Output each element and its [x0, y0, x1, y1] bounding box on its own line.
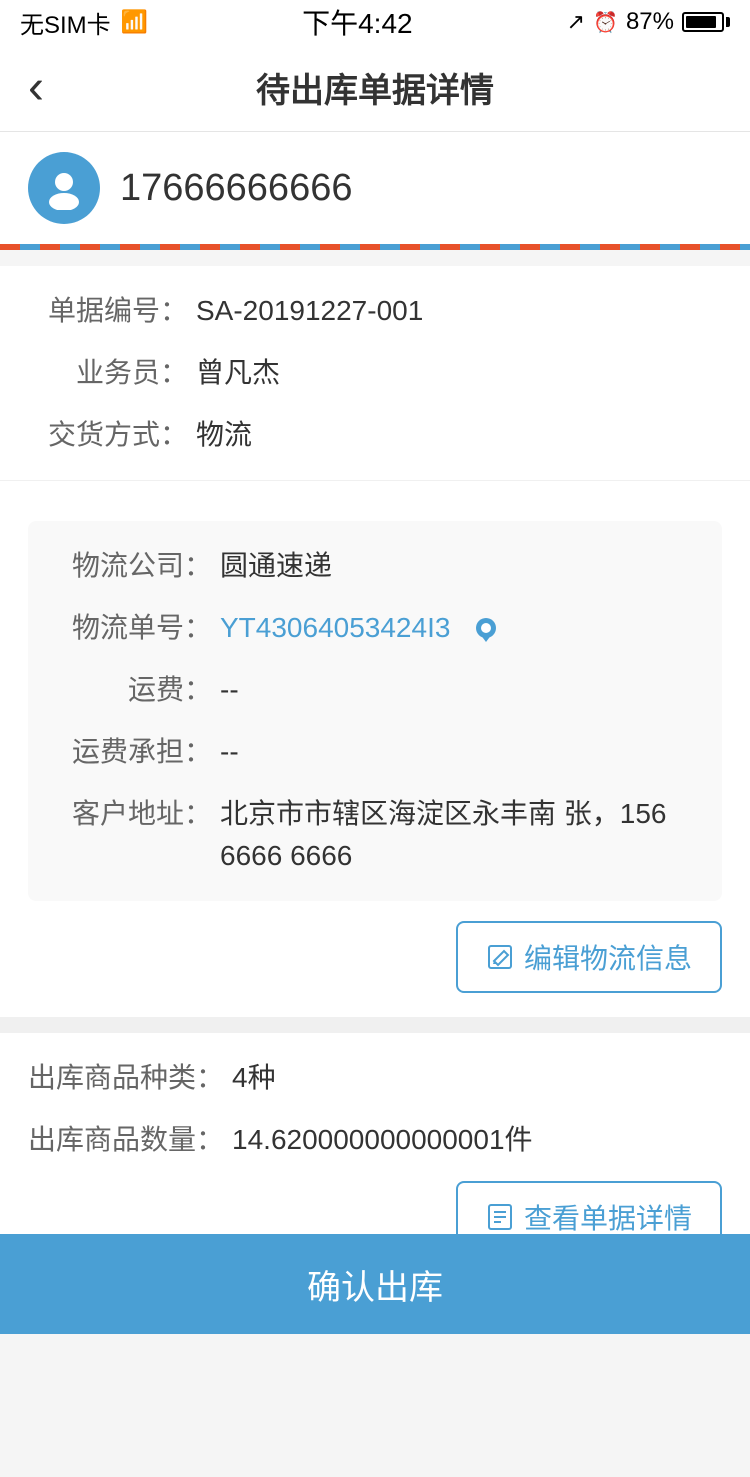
logistics-company-row: 物流公司： 圆通速递 [52, 545, 698, 587]
logistics-card: 物流公司： 圆通速递 物流单号： YT43064053424I3 运费： -- [28, 521, 722, 901]
goods-types-value: 4种 [232, 1057, 722, 1099]
section-divider [0, 1017, 750, 1033]
goods-quantity-row: 出库商品数量： 14.620000000000001件 [28, 1119, 722, 1161]
edit-logistics-container: 编辑物流信息 [28, 921, 722, 993]
freight-value: -- [220, 669, 698, 711]
tracking-row: 物流单号： YT43064053424I3 [52, 607, 698, 649]
freight-bear-row: 运费承担： -- [52, 731, 698, 773]
goods-quantity-label: 出库商品数量： [28, 1119, 224, 1161]
salesman-row: 业务员： 曾凡杰 [28, 352, 722, 394]
confirm-button[interactable]: 确认出库 [0, 1234, 750, 1334]
battery-percent: 87% [626, 8, 674, 36]
status-bar-left: 无SIM卡 📶 [20, 5, 148, 40]
freight-label: 运费： [52, 669, 212, 711]
goods-quantity-value: 14.620000000000001件 [232, 1119, 722, 1161]
carrier-label: 无SIM卡 [20, 5, 111, 40]
delivery-value: 物流 [196, 414, 722, 456]
dashed-divider [0, 244, 750, 250]
page-title: 待出库单据详情 [256, 63, 494, 112]
edit-logistics-button[interactable]: 编辑物流信息 [456, 921, 722, 993]
address-label: 客户地址： [52, 793, 212, 835]
logistics-company-label: 物流公司： [52, 545, 212, 587]
user-icon [42, 166, 86, 210]
freight-bear-label: 运费承担： [52, 731, 212, 773]
status-bar: 无SIM卡 📶 下午4:42 ↗ ⏰ 87% [0, 0, 750, 44]
order-number-value: SA-20191227-001 [196, 290, 722, 332]
logistics-section: 物流公司： 圆通速递 物流单号： YT43064053424I3 运费： -- [0, 480, 750, 1017]
map-pin-icon[interactable] [470, 614, 502, 646]
delivery-row: 交货方式： 物流 [28, 414, 722, 456]
confirm-label: 确认出库 [307, 1260, 443, 1309]
logistics-company-value: 圆通速递 [220, 545, 698, 587]
goods-types-row: 出库商品种类： 4种 [28, 1057, 722, 1099]
battery-icon [682, 12, 730, 32]
freight-bear-value: -- [220, 731, 698, 773]
wifi-icon: 📶 [121, 9, 148, 35]
edit-logistics-label: 编辑物流信息 [524, 937, 692, 977]
avatar [28, 152, 100, 224]
customer-header: 17666666666 [0, 132, 750, 244]
tracking-label: 物流单号： [52, 607, 212, 649]
order-info-section: 单据编号： SA-20191227-001 业务员： 曾凡杰 交货方式： 物流 [0, 266, 750, 480]
salesman-value: 曾凡杰 [196, 352, 722, 394]
salesman-label: 业务员： [28, 352, 188, 394]
edit-icon [486, 943, 514, 971]
delivery-label: 交货方式： [28, 414, 188, 456]
order-number-label: 单据编号： [28, 290, 188, 332]
document-icon [486, 1203, 514, 1231]
view-details-label: 查看单据详情 [524, 1197, 692, 1237]
order-number-row: 单据编号： SA-20191227-001 [28, 290, 722, 332]
back-button[interactable]: ‹ [28, 60, 44, 115]
address-row: 客户地址： 北京市市辖区海淀区永丰南 张，156 6666 6666 [52, 793, 698, 877]
status-bar-time: 下午4:42 [302, 2, 413, 42]
address-value: 北京市市辖区海淀区永丰南 张，156 6666 6666 [220, 793, 698, 877]
nav-bar: ‹ 待出库单据详情 [0, 44, 750, 132]
status-bar-right: ↗ ⏰ 87% [567, 8, 730, 36]
freight-row: 运费： -- [52, 669, 698, 711]
alarm-icon: ⏰ [593, 10, 618, 35]
tracking-value: YT43064053424I3 [220, 607, 698, 649]
customer-phone: 17666666666 [120, 167, 352, 210]
location-arrow-icon: ↗ [567, 9, 585, 35]
goods-types-label: 出库商品种类： [28, 1057, 224, 1099]
